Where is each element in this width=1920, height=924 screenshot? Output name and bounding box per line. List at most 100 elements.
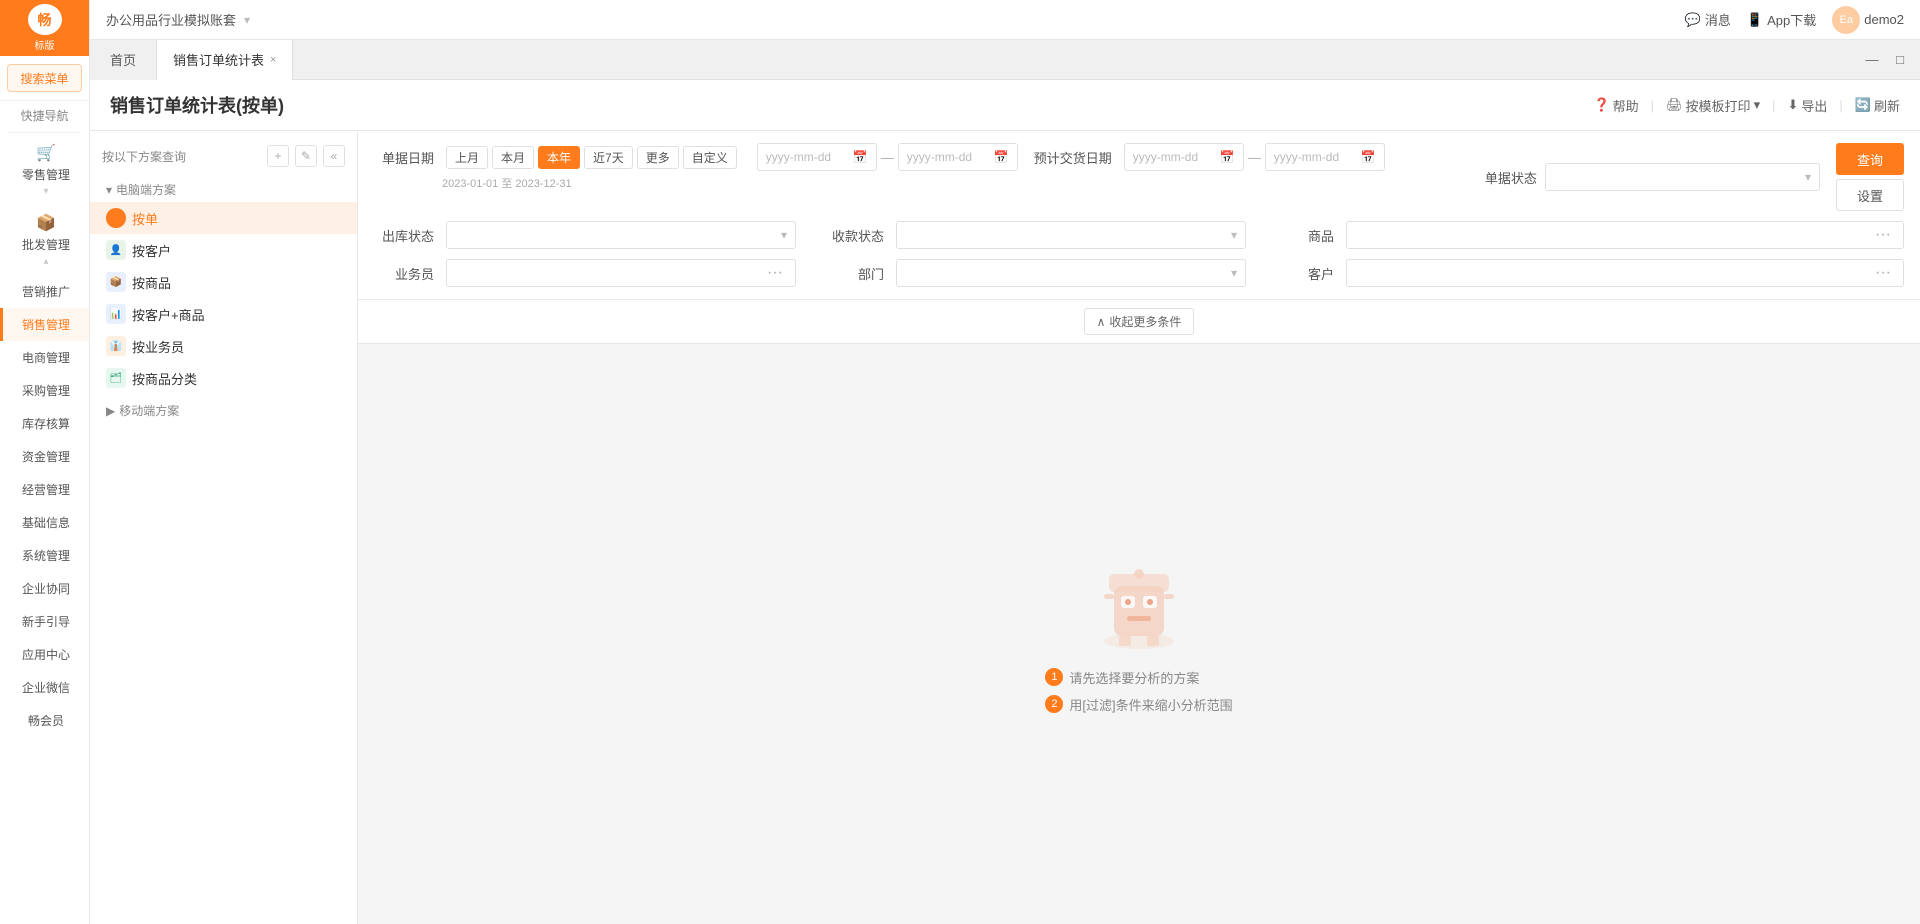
goods-more-icon[interactable]: ···	[1871, 226, 1895, 244]
node-label-by-goods: 按商品	[132, 273, 171, 292]
tree-node-by-salesperson[interactable]: 👔 按业务员	[90, 330, 357, 362]
btn-last-7-days[interactable]: 近7天	[584, 146, 633, 169]
end-date-input[interactable]: yyyy-mm-dd 📅	[898, 143, 1018, 171]
help-button[interactable]: ❓ 帮助	[1593, 96, 1638, 115]
pay-status-select[interactable]: ▾	[896, 221, 1246, 249]
sidebar-item-marketing[interactable]: 营销推广	[0, 275, 89, 308]
export-button[interactable]: ⬇ 导出	[1787, 96, 1827, 115]
sidebar-item-wholesale[interactable]: 📦 批发管理 ▴	[0, 205, 89, 275]
divider	[8, 132, 81, 133]
btn-custom[interactable]: 自定义	[683, 146, 737, 169]
query-button[interactable]: 查询	[1836, 143, 1904, 175]
sales-more-icon[interactable]: ···	[763, 264, 787, 282]
tab-home[interactable]: 首页	[90, 40, 157, 80]
node-icon-by-customer-goods: 📊	[106, 304, 126, 324]
refresh-button[interactable]: 🔄 刷新	[1855, 96, 1900, 115]
node-label-by-goods-category: 按商品分类	[132, 369, 197, 388]
goods-select[interactable]: ···	[1346, 221, 1904, 249]
empty-illustration	[1079, 556, 1199, 656]
topbar-dropdown-icon[interactable]: ▾	[244, 13, 250, 27]
section-toggle-icon[interactable]: ▾	[106, 183, 112, 197]
sales-label: 业务员	[374, 264, 434, 283]
tree-node-by-order[interactable]: 按单	[90, 202, 357, 234]
sidebar-item-operations[interactable]: 经营管理	[0, 473, 89, 506]
sidebar-item-basic[interactable]: 基础信息	[0, 506, 89, 539]
message-button[interactable]: 💬 消息	[1685, 10, 1731, 29]
sidebar-item-purchase[interactable]: 采购管理	[0, 374, 89, 407]
print-dropdown-icon: ▾	[1754, 97, 1761, 113]
sidebar-item-corp[interactable]: 企业协同	[0, 572, 89, 605]
sidebar-logo: 畅 标版	[0, 0, 89, 56]
customer-more-icon[interactable]: ···	[1871, 264, 1895, 282]
order-status-select[interactable]: ▾	[1545, 163, 1820, 191]
search-menu-button[interactable]: 搜索菜单	[7, 64, 82, 92]
setting-button[interactable]: 设置	[1836, 179, 1904, 211]
app-download-button[interactable]: 📱 App下载	[1747, 10, 1816, 29]
empty-hint-2: 2 用[过滤]条件来缩小分析范围	[1045, 695, 1232, 714]
sidebar-item-sales[interactable]: 销售管理	[0, 308, 89, 341]
tab-maximize-button[interactable]: □	[1888, 48, 1912, 72]
date-range-hint: 2023-01-01 至 2023-12-31	[374, 175, 1018, 191]
sidebar-item-retail[interactable]: 🛒 零售管理 ▾	[0, 135, 89, 205]
node-icon-by-customer: 👤	[106, 240, 126, 260]
expected-start-date-input[interactable]: yyyy-mm-dd 📅	[1124, 143, 1244, 171]
tree-node-by-customer[interactable]: 👤 按客户	[90, 234, 357, 266]
date-separator: —	[881, 150, 894, 165]
btn-more[interactable]: 更多	[637, 146, 679, 169]
print-icon: 🖨	[1666, 97, 1683, 113]
edit-scheme-button[interactable]: ✎	[295, 145, 317, 167]
collapse-button[interactable]: ∧ 收起更多条件	[1084, 308, 1195, 335]
filter-status-bar: ∧ 收起更多条件	[358, 300, 1920, 344]
tree-node-by-goods-category[interactable]: 🗂 按商品分类	[90, 362, 357, 394]
ship-status-select[interactable]: ▾	[446, 221, 796, 249]
sidebar-item-newbie[interactable]: 新手引导	[0, 605, 89, 638]
sidebar-item-system[interactable]: 系统管理	[0, 539, 89, 572]
sales-select[interactable]: ···	[446, 259, 796, 287]
sidebar-item-inventory[interactable]: 库存核算	[0, 407, 89, 440]
tab-sales-order-stats[interactable]: 销售订单统计表 ×	[157, 40, 293, 80]
customer-select[interactable]: ···	[1346, 259, 1904, 287]
user-name-label: demo2	[1864, 12, 1904, 27]
print-button[interactable]: 🖨 按模板打印 ▾	[1666, 96, 1760, 115]
section-mobile-toggle-icon[interactable]: ▶	[106, 404, 115, 418]
btn-this-year[interactable]: 本年	[538, 146, 580, 169]
help-label: 帮助	[1613, 96, 1639, 115]
tab-minimize-button[interactable]: —	[1860, 48, 1884, 72]
pay-status-label: 收款状态	[824, 226, 884, 245]
sidebar-item-apps[interactable]: 应用中心	[0, 638, 89, 671]
page-header: 销售订单统计表(按单) ❓ 帮助 | 🖨 按模板打印 ▾ | ⬇ 导出 |	[90, 80, 1920, 131]
topbar-right: 💬 消息 📱 App下载 Ea demo2	[1685, 6, 1904, 34]
sidebar-item-quick-nav[interactable]: 快捷导航	[0, 101, 89, 130]
calendar-icon-end: 📅	[994, 150, 1009, 164]
export-label: 导出	[1801, 96, 1827, 115]
tab-label-sales-order-stats: 销售订单统计表	[173, 50, 264, 69]
dept-select[interactable]: ▾	[896, 259, 1246, 287]
calendar-icon: 📅	[853, 150, 868, 164]
expected-end-date-input[interactable]: yyyy-mm-dd 📅	[1265, 143, 1385, 171]
start-date-input[interactable]: yyyy-mm-dd 📅	[757, 143, 877, 171]
sidebar-item-wechat[interactable]: 企业微信	[0, 671, 89, 704]
tab-close-icon[interactable]: ×	[270, 54, 276, 66]
user-menu-button[interactable]: Ea demo2	[1832, 6, 1904, 34]
tree-node-by-goods[interactable]: 📦 按商品	[90, 266, 357, 298]
btn-last-month[interactable]: 上月	[446, 146, 488, 169]
add-scheme-button[interactable]: +	[267, 145, 289, 167]
btn-this-month[interactable]: 本月	[492, 146, 534, 169]
logo-icon: 畅	[28, 4, 62, 35]
tree-node-by-customer-goods[interactable]: 📊 按客户+商品	[90, 298, 357, 330]
sidebar-item-member[interactable]: 畅会员	[0, 704, 89, 737]
sidebar-item-ecommerce[interactable]: 电商管理	[0, 341, 89, 374]
goods-label: 商品	[1274, 226, 1334, 245]
main-container: 办公用品行业模拟账套 ▾ 💬 消息 📱 App下载 Ea demo2 首页 销售…	[90, 0, 1920, 924]
expected-date-label: 预计交货日期	[1034, 148, 1112, 167]
empty-hint-1: 1 请先选择要分析的方案	[1045, 668, 1232, 687]
collapse-panel-button[interactable]: «	[323, 145, 345, 167]
node-label-by-customer: 按客户	[132, 241, 171, 260]
sidebar-item-label-system: 系统管理	[22, 547, 70, 564]
sidebar-item-finance[interactable]: 资金管理	[0, 440, 89, 473]
sidebar-search-area[interactable]: 搜索菜单	[0, 56, 89, 101]
sidebar-item-label-apps: 应用中心	[22, 646, 70, 663]
left-panel-header: 按以下方案查询 + ✎ «	[90, 139, 357, 173]
sidebar-item-label-sales: 销售管理	[22, 316, 70, 333]
expected-end-placeholder: yyyy-mm-dd	[1274, 150, 1339, 164]
